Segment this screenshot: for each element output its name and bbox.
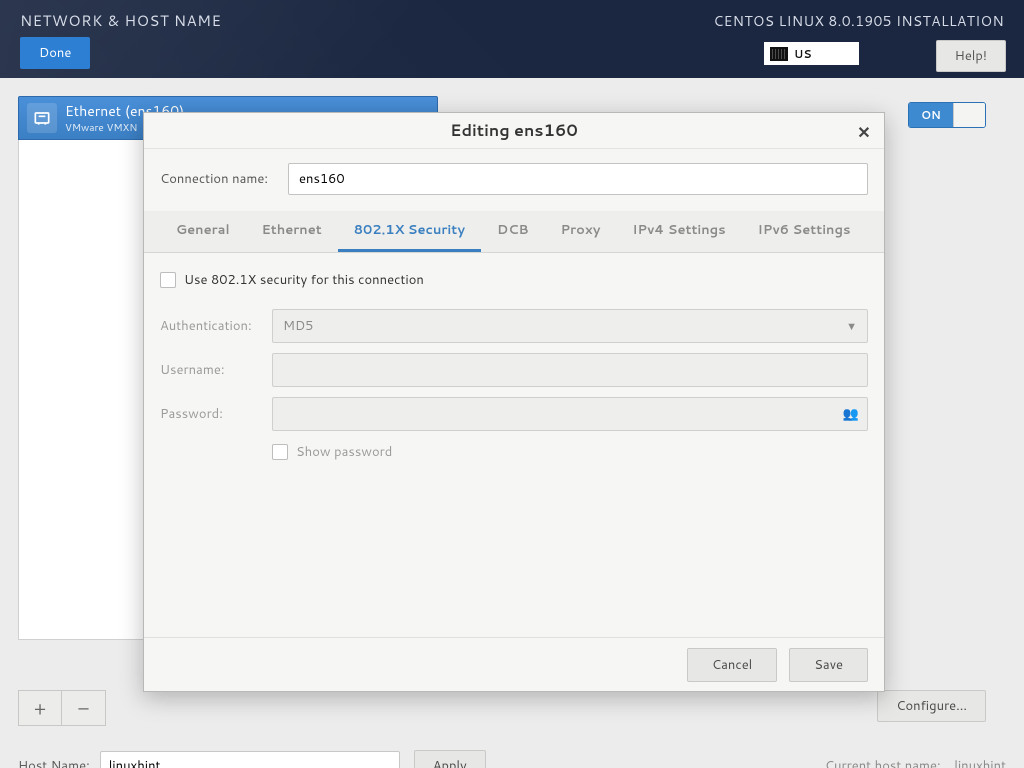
username-label: Username: xyxy=(160,361,272,379)
edit-connection-dialog: Editing ens160 ✕ Connection name: Genera… xyxy=(143,112,885,692)
tab-general[interactable]: General xyxy=(160,211,246,252)
ethernet-icon xyxy=(27,103,57,133)
tab-8021x-security[interactable]: 802.1X Security xyxy=(338,211,481,252)
dialog-tabs: General Ethernet 802.1X Security DCB Pro… xyxy=(144,211,884,253)
dialog-close-button[interactable]: ✕ xyxy=(854,121,874,144)
hostname-row: Host Name: Apply Current host name: linu… xyxy=(18,750,1006,768)
tab-ethernet[interactable]: Ethernet xyxy=(246,211,338,252)
use-8021x-label: Use 802.1X security for this connection xyxy=(184,271,424,289)
hostname-input[interactable] xyxy=(100,751,400,768)
chevron-down-icon: ▼ xyxy=(846,318,857,334)
dialog-footer: Cancel Save xyxy=(144,637,884,691)
dialog-title-bar: Editing ens160 ✕ xyxy=(144,113,884,149)
keyboard-layout-label: US xyxy=(794,46,812,62)
apply-hostname-button[interactable]: Apply xyxy=(414,750,486,768)
hostname-label: Host Name: xyxy=(18,757,90,768)
done-button[interactable]: Done xyxy=(20,37,90,69)
dialog-title: Editing ens160 xyxy=(450,119,578,142)
interface-toggle[interactable]: ON xyxy=(908,102,986,128)
authentication-value: MD5 xyxy=(283,317,313,335)
remove-interface-button[interactable]: – xyxy=(62,690,106,726)
installer-topbar: NETWORK & HOST NAME CENTOS LINUX 8.0.190… xyxy=(0,0,1024,78)
toggle-knob xyxy=(953,103,985,127)
show-password-checkbox[interactable] xyxy=(272,444,288,460)
add-interface-button[interactable]: + xyxy=(18,690,62,726)
keyboard-icon xyxy=(770,47,788,61)
tab-dcb[interactable]: DCB xyxy=(481,211,545,252)
authentication-label: Authentication: xyxy=(160,317,272,335)
toggle-on-label: ON xyxy=(909,103,953,127)
authentication-select[interactable]: MD5 ▼ xyxy=(272,309,868,343)
cancel-button[interactable]: Cancel xyxy=(687,648,777,682)
configure-button[interactable]: Configure... xyxy=(877,690,986,722)
add-remove-buttons: + – xyxy=(18,690,106,726)
tab-ipv6-settings[interactable]: IPv6 Settings xyxy=(742,211,867,252)
users-icon: 👥 xyxy=(843,405,859,423)
tab-ipv4-settings[interactable]: IPv4 Settings xyxy=(616,211,741,252)
installer-title: CENTOS LINUX 8.0.1905 INSTALLATION xyxy=(713,11,1004,31)
connection-name-input[interactable] xyxy=(288,163,868,195)
current-hostname-value: linuxhint xyxy=(954,757,1006,768)
save-button[interactable]: Save xyxy=(789,648,868,682)
current-hostname-label: Current host name: linuxhint xyxy=(825,757,1006,768)
help-button[interactable]: Help! xyxy=(936,40,1006,72)
keyboard-layout-indicator[interactable]: US xyxy=(764,42,859,65)
tab-proxy[interactable]: Proxy xyxy=(545,211,617,252)
username-input[interactable] xyxy=(272,353,868,387)
password-label: Password: xyxy=(160,405,272,423)
show-password-label: Show password xyxy=(296,443,392,461)
password-input[interactable]: 👥 xyxy=(272,397,868,431)
connection-name-label: Connection name: xyxy=(160,170,288,188)
use-8021x-checkbox[interactable] xyxy=(160,272,176,288)
